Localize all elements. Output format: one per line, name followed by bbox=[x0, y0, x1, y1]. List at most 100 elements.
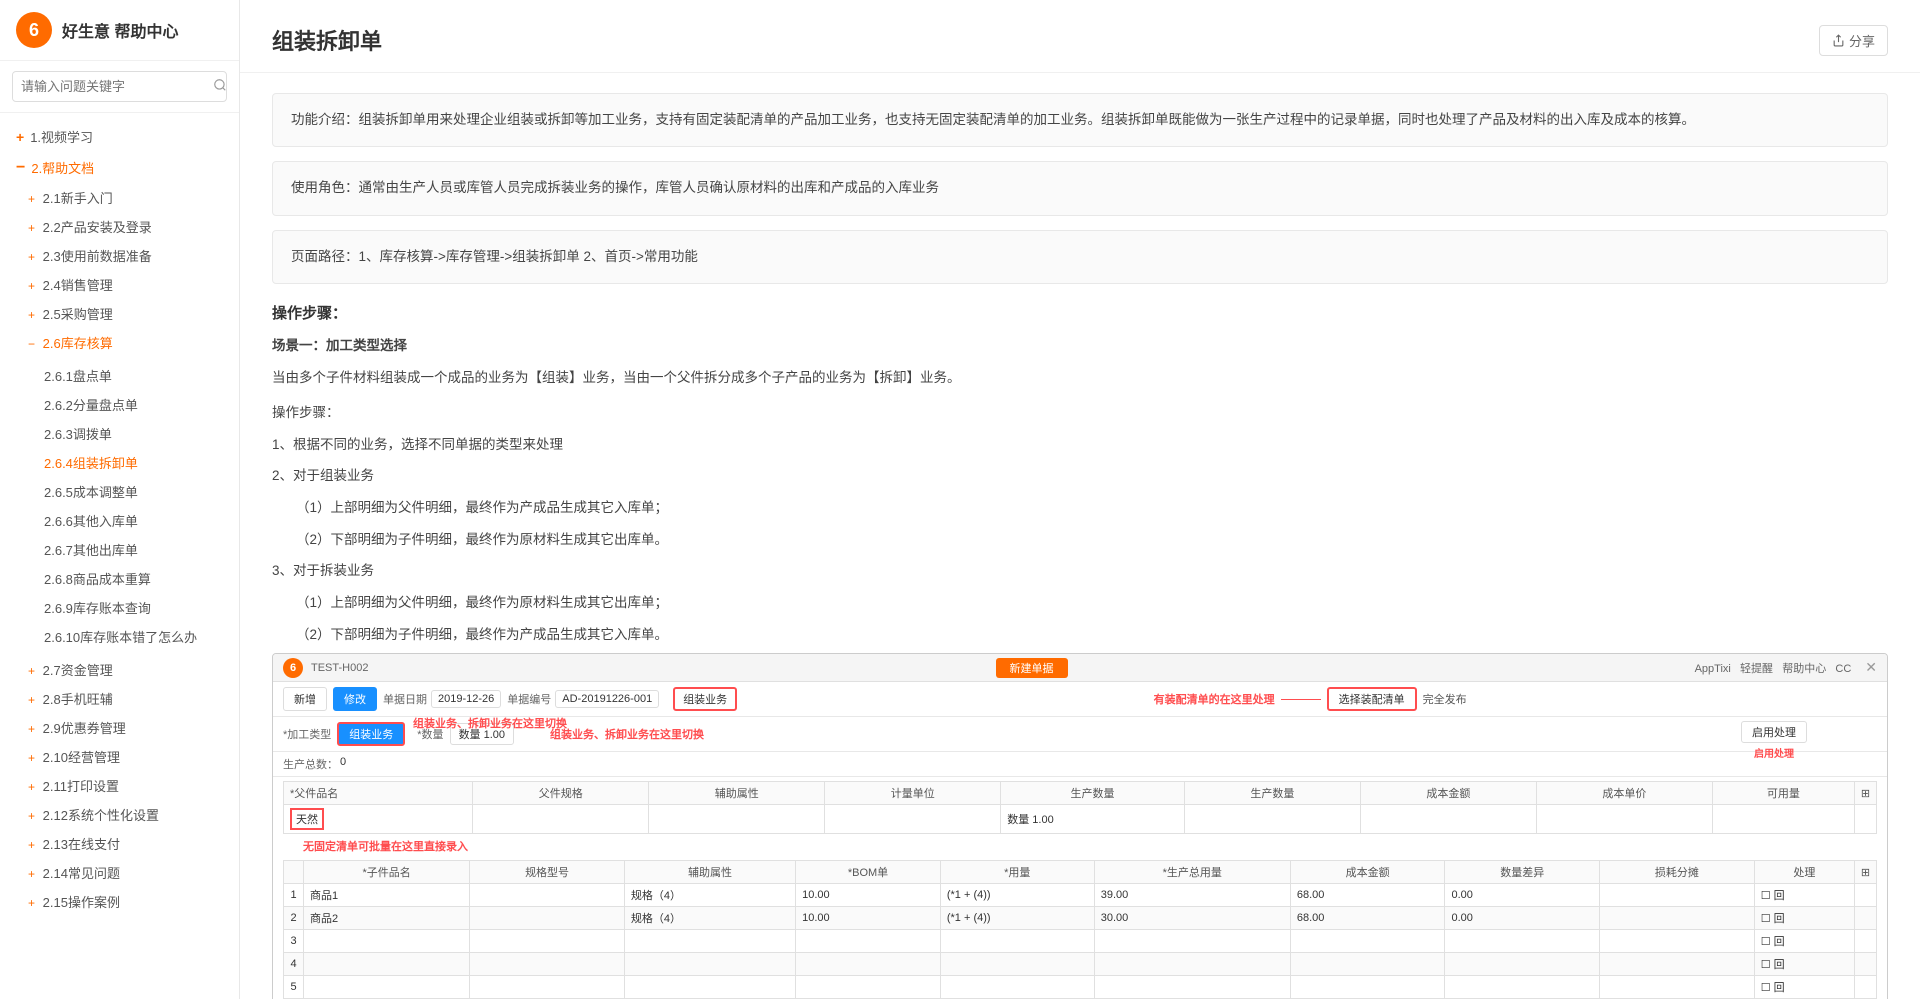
step3-2: （2）下部明细为子件明细，最终作为产成品生成其它入库单。 bbox=[272, 622, 1888, 648]
app-btn-edit[interactable]: 修改 bbox=[333, 687, 377, 711]
app-help-link[interactable]: AppTixi 轻提醒 帮助中心 CC bbox=[1695, 660, 1852, 676]
main-content: 组装拆卸单 分享 功能介绍：组装拆卸单用来处理企业组装或拆卸等加工业务，支持有固… bbox=[240, 0, 1920, 999]
app-screenshot: 6 TEST-H002 新建单据 AppTixi 轻提醒 帮助中心 CC ✕ 新… bbox=[272, 653, 1888, 999]
app-annotation1: 有装配清单的在这里处理 bbox=[1154, 691, 1275, 707]
app-toolbar: 新增 修改 单据日期 2019-12-26 单据编号 AD-20191226-0… bbox=[273, 682, 1887, 717]
intro-block-2: 使用角色：通常由生产人员或库管人员完成拆装业务的操作，库管人员确认原材料的出库和… bbox=[272, 161, 1888, 215]
scene1-title: 场景一：加工类型选择 bbox=[272, 333, 1888, 359]
app-date-field: 单据日期 2019-12-26 bbox=[383, 690, 501, 708]
app-annotation2: 组装业务、拆卸业务在这里切换 bbox=[550, 726, 704, 742]
app-assembly-type[interactable]: 组装业务 bbox=[337, 722, 405, 746]
step2: 2、对于组装业务 bbox=[272, 463, 1888, 489]
app-subtabs: 生产总数： 0 bbox=[273, 752, 1887, 777]
sidebar-item-data-prep[interactable]: + 2.3使用前数据准备 bbox=[28, 241, 239, 270]
app-confirm-btn[interactable]: 选择装配清单 bbox=[1327, 687, 1417, 711]
app-type-field: 单据编号 AD-20191226-001 bbox=[507, 690, 659, 708]
sidebar-item-partial-count[interactable]: 2.6.2分量盘点单 bbox=[44, 390, 239, 419]
app-top-bar: 6 TEST-H002 新建单据 AppTixi 轻提醒 帮助中心 CC ✕ bbox=[273, 654, 1887, 682]
step2-2: （2）下部明细为子件明细，最终作为原材料生成其它出库单。 bbox=[272, 527, 1888, 553]
sidebar-item-video[interactable]: + 1.视频学习 bbox=[0, 121, 239, 152]
ops-steps-title: 操作步骤： bbox=[272, 400, 1888, 426]
search-bar bbox=[0, 61, 239, 113]
main-header: 组装拆卸单 分享 bbox=[240, 0, 1920, 73]
search-input[interactable] bbox=[13, 73, 205, 100]
share-icon bbox=[1832, 34, 1845, 47]
sidebar-header: 6 好生意 帮助中心 bbox=[0, 0, 239, 61]
app-screenshot-container: 6 TEST-H002 新建单据 AppTixi 轻提醒 帮助中心 CC ✕ 新… bbox=[272, 653, 1888, 999]
scene1-desc: 当由多个子件材料组装成一个成品的业务为【组装】业务，当由一个父件拆分成多个子产品… bbox=[272, 365, 1888, 391]
app-type-val: AD-20191226-001 bbox=[555, 690, 659, 708]
sidebar-item-stock-ledger[interactable]: 2.6.9库存账本查询 bbox=[44, 593, 239, 622]
app-process-btn[interactable]: 启用处理 bbox=[1741, 721, 1807, 743]
expand-icon: + bbox=[16, 129, 24, 145]
step3: 3、对于拆装业务 bbox=[272, 558, 1888, 584]
app-parent-table-wrap: *父件品名 父件规格 辅助属性 计量单位 生产数量 生产数量 成本金额 成本单价… bbox=[273, 777, 1887, 838]
app-process-field: 组装业务 bbox=[673, 687, 737, 711]
ops-title: 操作步骤： bbox=[272, 302, 1888, 323]
sidebar-item-personalize[interactable]: + 2.12系统个性化设置 bbox=[28, 800, 239, 829]
app-logo: 6 bbox=[283, 658, 303, 678]
step1: 1、根据不同的业务，选择不同单据的类型来处理 bbox=[272, 432, 1888, 458]
sidebar-item-transfer[interactable]: 2.6.3调拨单 bbox=[44, 419, 239, 448]
sidebar-item-assembly[interactable]: 2.6.4组装拆卸单 bbox=[44, 448, 239, 477]
step2-1: （1）上部明细为父件明细，最终作为产成品生成其它入库单； bbox=[272, 495, 1888, 521]
sidebar-item-online-payment[interactable]: + 2.13在线支付 bbox=[28, 829, 239, 858]
table-row: 4☐ 回 bbox=[284, 953, 1877, 976]
annotation4-wrap: 无固定清单可批量在这里直接录入 bbox=[273, 838, 1887, 856]
brand-name: 好生意 帮助中心 bbox=[62, 18, 178, 42]
app-parent-table: *父件品名 父件规格 辅助属性 计量单位 生产数量 生产数量 成本金额 成本单价… bbox=[283, 781, 1877, 834]
annotation3-label: 启用处理 bbox=[1754, 745, 1794, 760]
share-button[interactable]: 分享 bbox=[1819, 25, 1888, 56]
collapse-icon: − bbox=[16, 159, 25, 177]
app-new-btn-wrap: 新建单据 bbox=[376, 658, 1686, 678]
sidebar-item-purchase[interactable]: + 2.5采购管理 bbox=[28, 299, 239, 328]
app-annotation1-wrap: 有装配清单的在这里处理 选择装配清单 完全发布 bbox=[743, 687, 1877, 711]
annotation3-wrap: 启用处理 启用处理 bbox=[1741, 721, 1807, 760]
table-row: 3☐ 回 bbox=[284, 930, 1877, 953]
app-new-btn[interactable]: 新建单据 bbox=[996, 658, 1068, 678]
app-assembly-row: *加工类型 组装业务 *数量 数量 1.00 组装业务、拆卸业务在这里切换 组装… bbox=[273, 717, 1887, 752]
sidebar-item-faq[interactable]: + 2.14常见问题 bbox=[28, 858, 239, 887]
app-id: TEST-H002 bbox=[311, 662, 368, 674]
step3-1: （1）上部明细为父件明细，最终作为原材料生成其它出库单； bbox=[272, 590, 1888, 616]
sidebar: 6 好生意 帮助中心 + 1.视频学习 − 2.帮助文档 + 2.1 bbox=[0, 0, 240, 999]
app-child-table: *子件品名 规格型号 辅助属性 *BOM单 *用量 *生产总用量 成本金额 数量… bbox=[283, 860, 1877, 999]
sidebar-item-help-docs[interactable]: − 2.帮助文档 bbox=[0, 152, 239, 183]
app-process-val: 组装业务 bbox=[673, 687, 737, 711]
app-date-val: 2019-12-26 bbox=[431, 690, 501, 708]
table-row: 2 商品2 规格（4） 10.00 (*1 + (4)) 30.00 68.00… bbox=[284, 907, 1877, 930]
inventory-sub: 2.6.1盘点单 2.6.2分量盘点单 2.6.3调拨单 2.6.4组装拆卸单 … bbox=[28, 357, 239, 655]
intro-block-1: 功能介绍：组装拆卸单用来处理企业组装或拆卸等加工业务，支持有固定装配清单的产品加… bbox=[272, 93, 1888, 147]
sidebar-item-print[interactable]: + 2.11打印设置 bbox=[28, 771, 239, 800]
sidebar-item-other-inbound[interactable]: 2.6.6其他入库单 bbox=[44, 506, 239, 535]
sidebar-item-newbie[interactable]: + 2.1新手入门 bbox=[28, 183, 239, 212]
sidebar-item-cost-adjust[interactable]: 2.6.5成本调整单 bbox=[44, 477, 239, 506]
annotation2-wrap: 组装业务、拆卸业务在这里切换 bbox=[413, 715, 567, 731]
page-title: 组装拆卸单 bbox=[272, 24, 382, 56]
sidebar-item-sales[interactable]: + 2.4销售管理 bbox=[28, 270, 239, 299]
sidebar-item-operations[interactable]: + 2.10经营管理 bbox=[28, 742, 239, 771]
table-row: 天然 数量 1.00 bbox=[284, 805, 1877, 834]
sidebar-item-mobile[interactable]: + 2.8手机旺辅 bbox=[28, 684, 239, 713]
app-btn-new[interactable]: 新增 bbox=[283, 687, 327, 711]
sidebar-item-install[interactable]: + 2.2产品安装及登录 bbox=[28, 212, 239, 241]
parent-item-cell: 天然 bbox=[290, 808, 324, 830]
search-button[interactable] bbox=[205, 72, 227, 101]
sidebar-item-cases[interactable]: + 2.15操作案例 bbox=[28, 887, 239, 916]
help-docs-sub: + 2.1新手入门 + 2.2产品安装及登录 + 2.3使用前数据准备 + 2.… bbox=[0, 183, 239, 916]
sidebar-item-stock-count[interactable]: 2.6.1盘点单 bbox=[44, 361, 239, 390]
app-save-btn[interactable]: 完全发布 bbox=[1423, 691, 1467, 707]
intro-block-3: 页面路径：1、库存核算->库存管理->组装拆卸单 2、首页->常用功能 bbox=[272, 230, 1888, 284]
annotation4-text: 无固定清单可批量在这里直接录入 bbox=[303, 841, 468, 853]
sidebar-item-ledger-error[interactable]: 2.6.10库存账本错了怎么办 bbox=[44, 622, 239, 651]
sidebar-item-cost-recalc[interactable]: 2.6.8商品成本重算 bbox=[44, 564, 239, 593]
app-child-table-wrap: *子件品名 规格型号 辅助属性 *BOM单 *用量 *生产总用量 成本金额 数量… bbox=[273, 856, 1887, 999]
sidebar-nav: + 1.视频学习 − 2.帮助文档 + 2.1新手入门 + 2.2产品安装及登录… bbox=[0, 113, 239, 999]
sidebar-item-finance[interactable]: + 2.7资金管理 bbox=[28, 655, 239, 684]
sidebar-item-inventory[interactable]: − 2.6库存核算 bbox=[28, 328, 239, 357]
app-close-icon[interactable]: ✕ bbox=[1865, 659, 1877, 676]
table-row: 1 商品1 规格（4） 10.00 (*1 + (4)) 39.00 68.00… bbox=[284, 884, 1877, 907]
logo-icon: 6 bbox=[16, 12, 52, 48]
sidebar-item-other-outbound[interactable]: 2.6.7其他出库单 bbox=[44, 535, 239, 564]
sidebar-item-coupon[interactable]: + 2.9优惠券管理 bbox=[28, 713, 239, 742]
